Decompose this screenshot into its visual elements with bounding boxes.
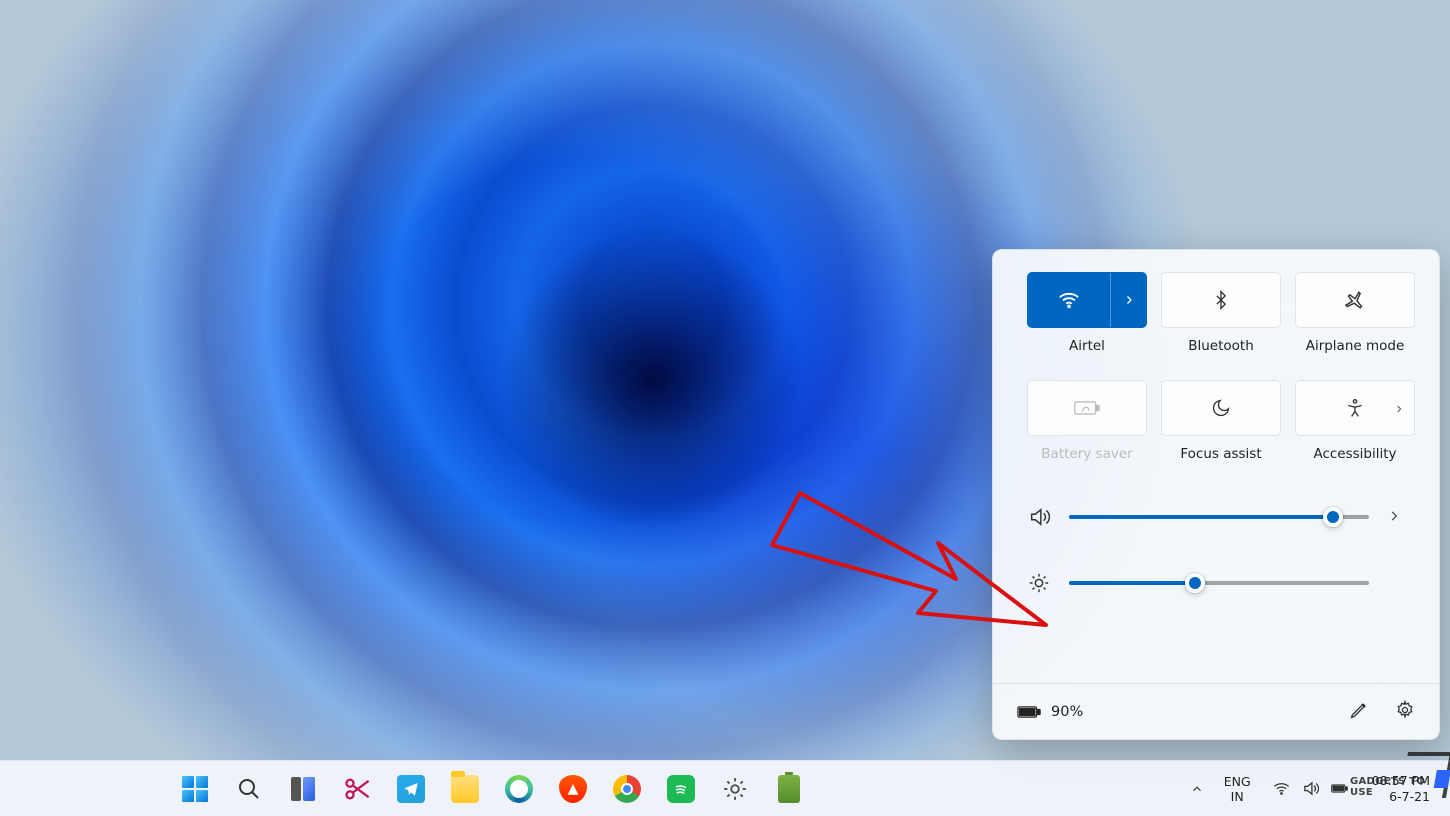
volume-icon xyxy=(1027,506,1051,528)
quick-settings-panel: Airtel Bluetooth Airplane mode xyxy=(992,249,1440,740)
chrome-button[interactable] xyxy=(604,766,650,812)
taskbar: ▲ ENG IN xyxy=(0,760,1450,816)
chevron-right-icon xyxy=(1123,294,1135,306)
wifi-expand[interactable] xyxy=(1110,273,1146,327)
gear-icon xyxy=(721,775,749,803)
battery-icon xyxy=(1017,704,1041,720)
task-view-icon xyxy=(291,777,315,801)
battery-saver-icon xyxy=(1074,398,1100,418)
wifi-toggle[interactable] xyxy=(1027,272,1147,328)
volume-output-selector[interactable] xyxy=(1387,508,1405,527)
brightness-icon xyxy=(1027,572,1051,594)
spotify-icon xyxy=(667,775,695,803)
chevron-right-icon xyxy=(1394,404,1404,414)
language-line2: IN xyxy=(1224,789,1251,804)
volume-slider-row xyxy=(1027,506,1405,528)
scissors-icon xyxy=(343,775,371,803)
telegram-icon xyxy=(397,775,425,803)
battery-app-button[interactable] xyxy=(766,766,812,812)
edge-icon xyxy=(505,775,533,803)
clock-time: 08:57 PM xyxy=(1372,773,1430,789)
pencil-icon xyxy=(1349,700,1369,720)
airplane-toggle[interactable] xyxy=(1295,272,1415,328)
airplane-label: Airplane mode xyxy=(1306,338,1405,354)
edit-quick-settings-button[interactable] xyxy=(1349,700,1369,724)
clock-date: 6-7-21 xyxy=(1372,789,1430,805)
gear-icon xyxy=(1395,700,1415,720)
search-button[interactable] xyxy=(226,766,272,812)
accessibility-expand[interactable] xyxy=(1394,399,1404,418)
brave-icon: ▲ xyxy=(559,775,587,803)
brightness-slider-row xyxy=(1027,572,1405,594)
telegram-button[interactable] xyxy=(388,766,434,812)
accessibility-label: Accessibility xyxy=(1313,446,1396,462)
quick-settings-footer: 90% xyxy=(993,683,1439,739)
battery-saver-label: Battery saver xyxy=(1041,446,1132,462)
clock-button[interactable]: 08:57 PM 6-7-21 xyxy=(1362,769,1440,808)
battery-app-icon xyxy=(778,775,800,803)
volume-tray-icon xyxy=(1302,780,1319,797)
file-explorer-button[interactable] xyxy=(442,766,488,812)
focus-assist-toggle[interactable] xyxy=(1161,380,1281,436)
brightness-slider[interactable] xyxy=(1069,581,1369,585)
bluetooth-tile: Bluetooth xyxy=(1161,272,1281,354)
wifi-tile: Airtel xyxy=(1027,272,1147,354)
battery-saver-tile: Battery saver xyxy=(1027,380,1147,462)
accessibility-tile: Accessibility xyxy=(1295,380,1415,462)
search-icon xyxy=(237,777,261,801)
snipping-tool-button[interactable] xyxy=(334,766,380,812)
battery-tray-icon xyxy=(1331,780,1348,797)
focus-assist-tile: Focus assist xyxy=(1161,380,1281,462)
battery-percent: 90% xyxy=(1051,704,1083,720)
spotify-button[interactable] xyxy=(658,766,704,812)
volume-slider[interactable] xyxy=(1069,515,1369,519)
bluetooth-label: Bluetooth xyxy=(1188,338,1254,354)
airplane-tile: Airplane mode xyxy=(1295,272,1415,354)
wifi-label: Airtel xyxy=(1069,338,1105,354)
tray-overflow-button[interactable] xyxy=(1182,769,1212,809)
language-line1: ENG xyxy=(1224,774,1251,789)
bluetooth-icon xyxy=(1211,290,1231,310)
task-view-button[interactable] xyxy=(280,766,326,812)
wifi-tray-icon xyxy=(1273,780,1290,797)
chevron-up-icon xyxy=(1190,782,1204,796)
windows-logo-icon xyxy=(182,776,208,802)
start-button[interactable] xyxy=(172,766,218,812)
battery-saver-toggle xyxy=(1027,380,1147,436)
language-indicator[interactable]: ENG IN xyxy=(1216,770,1259,808)
system-tray-button[interactable] xyxy=(1263,776,1358,801)
edge-button[interactable] xyxy=(496,766,542,812)
chrome-icon xyxy=(613,775,641,803)
moon-icon xyxy=(1211,398,1231,418)
wifi-icon xyxy=(1058,289,1080,311)
bluetooth-toggle[interactable] xyxy=(1161,272,1281,328)
focus-assist-label: Focus assist xyxy=(1180,446,1261,462)
airplane-icon xyxy=(1344,289,1366,311)
folder-icon xyxy=(451,775,479,803)
brave-button[interactable]: ▲ xyxy=(550,766,596,812)
accessibility-icon xyxy=(1345,398,1365,418)
settings-button[interactable] xyxy=(712,766,758,812)
battery-status[interactable]: 90% xyxy=(1017,704,1083,720)
open-settings-button[interactable] xyxy=(1395,700,1415,724)
chevron-right-icon xyxy=(1387,509,1401,523)
accessibility-toggle[interactable] xyxy=(1295,380,1415,436)
